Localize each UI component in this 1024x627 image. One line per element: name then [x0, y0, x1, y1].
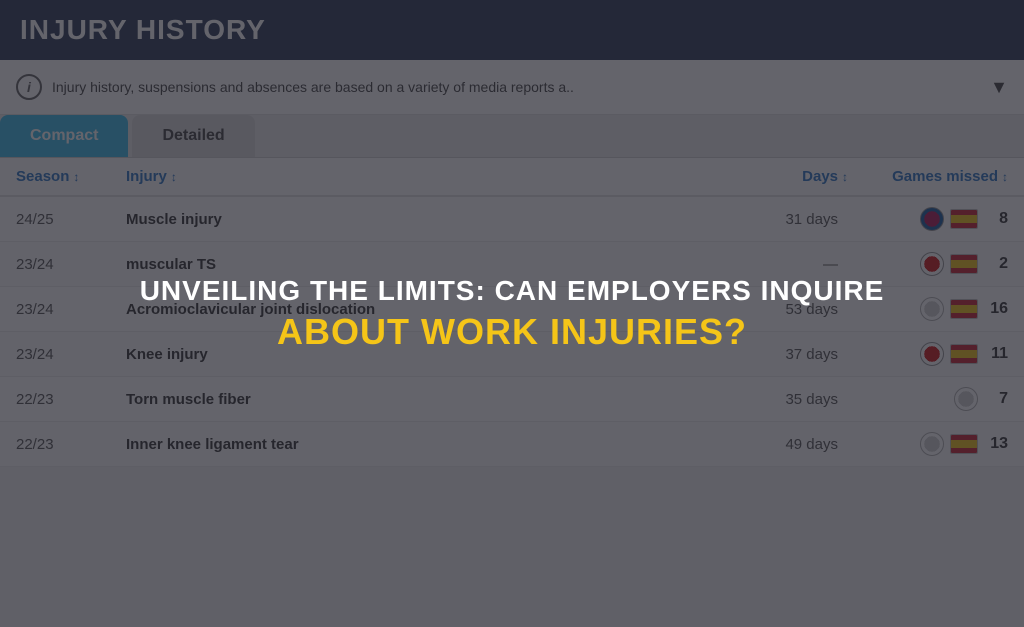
club-badge-icon — [920, 297, 944, 321]
games-missed-count: 7 — [984, 390, 1008, 408]
flag-spain-icon — [950, 344, 978, 364]
cell-games: 7 — [848, 387, 1008, 411]
club-badge-icon — [920, 432, 944, 456]
cell-days: — — [728, 256, 848, 273]
table-header-row: Season ↕ Injury ↕ Days ↕ Games missed ↕ — [0, 158, 1024, 197]
page-title: INJURY HISTORY — [20, 14, 266, 46]
cell-injury: Knee injury — [126, 346, 728, 363]
cell-injury: Muscle injury — [126, 211, 728, 228]
table-row: 22/23 Inner knee ligament tear 49 days 1… — [0, 422, 1024, 467]
cell-season: 23/24 — [16, 301, 126, 318]
tabs-container: Compact Detailed — [0, 115, 1024, 158]
club-badge-icon — [920, 252, 944, 276]
cell-season: 22/23 — [16, 391, 126, 408]
cell-injury: Torn muscle fiber — [126, 391, 728, 408]
cell-games: 16 — [848, 297, 1008, 321]
cell-injury: muscular TS — [126, 256, 728, 273]
tab-compact[interactable]: Compact — [0, 115, 128, 157]
cell-days: 31 days — [728, 211, 848, 228]
cell-injury: Inner knee ligament tear — [126, 436, 728, 453]
col-header-season[interactable]: Season ↕ — [16, 168, 126, 185]
table-row: 23/24 Knee injury 37 days 11 — [0, 332, 1024, 377]
flag-spain-icon — [950, 299, 978, 319]
col-header-injury[interactable]: Injury ↕ — [126, 168, 728, 185]
cell-days: 37 days — [728, 346, 848, 363]
tab-detailed[interactable]: Detailed — [132, 115, 254, 157]
page-header: INJURY HISTORY — [0, 0, 1024, 60]
games-missed-count: 11 — [984, 345, 1008, 363]
games-missed-count: 13 — [984, 435, 1008, 453]
col-season-label: Season — [16, 168, 69, 185]
info-bar-content: i Injury history, suspensions and absenc… — [16, 74, 574, 100]
info-chevron-icon[interactable]: ▼ — [990, 77, 1008, 98]
flag-spain-icon — [950, 209, 978, 229]
col-injury-sort-icon: ↕ — [171, 170, 177, 184]
club-badge-icon — [954, 387, 978, 411]
cell-season: 24/25 — [16, 211, 126, 228]
club-badge-icon — [920, 207, 944, 231]
cell-games: 13 — [848, 432, 1008, 456]
info-text: Injury history, suspensions and absences… — [52, 79, 574, 95]
col-header-games[interactable]: Games missed ↕ — [848, 168, 1008, 185]
col-season-sort-icon: ↕ — [73, 170, 79, 184]
table-row: 23/24 muscular TS — 2 — [0, 242, 1024, 287]
table-row: 22/23 Torn muscle fiber 35 days 7 — [0, 377, 1024, 422]
table-row: 23/24 Acromioclavicular joint dislocatio… — [0, 287, 1024, 332]
tab-detailed-label: Detailed — [162, 127, 224, 144]
injury-table: Season ↕ Injury ↕ Days ↕ Games missed ↕ … — [0, 158, 1024, 467]
cell-season: 22/23 — [16, 436, 126, 453]
cell-season: 23/24 — [16, 346, 126, 363]
cell-days: 35 days — [728, 391, 848, 408]
cell-injury: Acromioclavicular joint dislocation — [126, 301, 728, 318]
club-badge-icon — [920, 342, 944, 366]
col-games-label: Games missed — [892, 168, 998, 185]
cell-days: 53 days — [728, 301, 848, 318]
info-bar: i Injury history, suspensions and absenc… — [0, 60, 1024, 115]
games-missed-count: 2 — [984, 255, 1008, 273]
cell-days: 49 days — [728, 436, 848, 453]
col-header-days[interactable]: Days ↕ — [728, 168, 848, 185]
tab-compact-label: Compact — [30, 127, 98, 144]
games-missed-count: 8 — [984, 210, 1008, 228]
games-missed-count: 16 — [984, 300, 1008, 318]
table-row: 24/25 Muscle injury 31 days 8 — [0, 197, 1024, 242]
cell-games: 2 — [848, 252, 1008, 276]
col-days-label: Days — [802, 168, 838, 185]
info-icon: i — [16, 74, 42, 100]
cell-games: 11 — [848, 342, 1008, 366]
col-games-sort-icon: ↕ — [1002, 170, 1008, 184]
cell-games: 8 — [848, 207, 1008, 231]
flag-spain-icon — [950, 254, 978, 274]
table-body: 24/25 Muscle injury 31 days 8 23/24 musc… — [0, 197, 1024, 467]
col-injury-label: Injury — [126, 168, 167, 185]
cell-season: 23/24 — [16, 256, 126, 273]
flag-spain-icon — [950, 434, 978, 454]
